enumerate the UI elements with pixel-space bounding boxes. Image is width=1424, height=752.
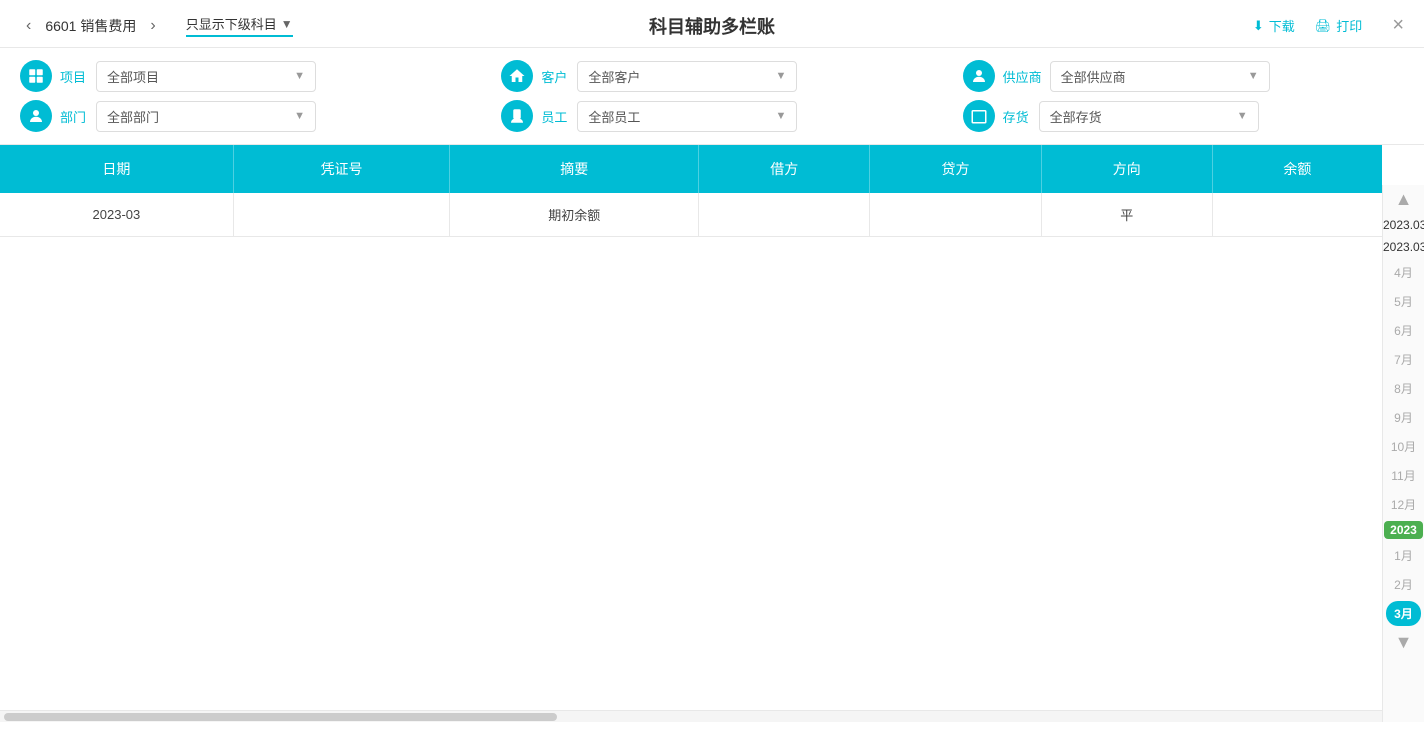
- print-label: 打印: [1336, 16, 1362, 35]
- project-label: 项目: [60, 67, 88, 86]
- department-icon: [20, 100, 52, 132]
- show-sub-label: 只显示下级科目: [186, 14, 277, 33]
- col-summary: 摘要: [450, 145, 699, 193]
- close-button[interactable]: ×: [1392, 14, 1404, 37]
- prev-account-button[interactable]: ‹: [20, 15, 37, 37]
- chevron-down-icon: ▼: [1237, 110, 1248, 122]
- scrollbar-thumb: [4, 713, 557, 721]
- cell-debit: [699, 193, 870, 237]
- chevron-down-icon: ▼: [281, 17, 293, 31]
- inventory-label: 存货: [1003, 107, 1031, 126]
- col-debit: 借方: [699, 145, 870, 193]
- timeline-month-5[interactable]: 5月: [1383, 287, 1424, 316]
- title-bar: ‹ 6601 销售费用 › 只显示下级科目 ▼ 科目辅助多栏账 ⬇ 下载 🖨 打…: [0, 0, 1424, 48]
- year-label-2023: 2023: [1384, 521, 1423, 539]
- col-credit: 贷方: [870, 145, 1041, 193]
- title-left: ‹ 6601 销售费用 › 只显示下级科目 ▼: [20, 14, 293, 37]
- col-date: 日期: [0, 145, 233, 193]
- employee-select[interactable]: 全部员工 ▼: [577, 101, 797, 132]
- ledger-table: 日期 凭证号 摘要 借方 贷方 方向 余额 2023-03 期初余额 平: [0, 145, 1382, 237]
- project-icon: [20, 60, 52, 92]
- cell-balance: [1212, 193, 1382, 237]
- timeline-month-10[interactable]: 10月: [1383, 432, 1424, 461]
- project-select[interactable]: 全部项目 ▼: [96, 61, 316, 92]
- inventory-select[interactable]: 全部存货 ▼: [1039, 101, 1259, 132]
- inventory-icon: [963, 100, 995, 132]
- col-voucher: 凭证号: [233, 145, 449, 193]
- supplier-label: 供应商: [1003, 67, 1042, 86]
- customer-label: 客户: [541, 67, 569, 86]
- timeline-month-1[interactable]: 1月: [1383, 541, 1424, 570]
- cell-direction: 平: [1041, 193, 1212, 237]
- cell-date: 2023-03: [0, 193, 233, 237]
- download-label: 下载: [1269, 16, 1295, 35]
- timeline-month-6[interactable]: 6月: [1383, 316, 1424, 345]
- employee-icon: [501, 100, 533, 132]
- chevron-down-icon: ▼: [775, 70, 786, 82]
- timeline-up-arrow[interactable]: ▲: [1395, 185, 1413, 214]
- next-account-button[interactable]: ›: [144, 15, 161, 37]
- horizontal-scrollbar[interactable]: [0, 710, 1382, 722]
- timeline-header-2: 2023.03: [1383, 236, 1424, 258]
- department-select[interactable]: 全部部门 ▼: [96, 101, 316, 132]
- print-button[interactable]: 🖨 打印: [1315, 16, 1363, 35]
- filter-customer: 客户 全部客户 ▼: [481, 60, 942, 92]
- col-balance: 余额: [1212, 145, 1382, 193]
- cell-credit: [870, 193, 1041, 237]
- filter-bar: 项目 全部项目 ▼ 客户 全部客户 ▼ 供应商 全部供应商 ▼: [0, 48, 1424, 145]
- supplier-icon: [963, 60, 995, 92]
- title-right: ⬇ 下载 🖨 打印 ×: [1253, 14, 1404, 37]
- table-body: 2023-03 期初余额 平: [0, 193, 1382, 237]
- timeline-month-4[interactable]: 4月: [1383, 258, 1424, 287]
- chevron-down-icon: ▼: [294, 110, 305, 122]
- department-label: 部门: [60, 107, 88, 126]
- filter-department: 部门 全部部门 ▼: [20, 100, 481, 132]
- timeline-header-1: 2023.03: [1383, 214, 1424, 236]
- show-sub-toggle[interactable]: 只显示下级科目 ▼: [186, 14, 293, 37]
- customer-select[interactable]: 全部客户 ▼: [577, 61, 797, 92]
- cell-summary: 期初余额: [450, 193, 699, 237]
- timeline-sidebar: ▲ 2023.03 2023.03 4月 5月 6月 7月 8月 9月 10月 …: [1382, 185, 1424, 722]
- download-button[interactable]: ⬇ 下载: [1253, 16, 1295, 35]
- account-code: 6601 销售费用: [45, 16, 136, 36]
- ledger-table-container: 日期 凭证号 摘要 借方 贷方 方向 余额 2023-03 期初余额 平: [0, 145, 1382, 552]
- timeline-month-2[interactable]: 2月: [1383, 570, 1424, 599]
- col-direction: 方向: [1041, 145, 1212, 193]
- timeline-month-11[interactable]: 11月: [1383, 461, 1424, 490]
- timeline-month-9[interactable]: 9月: [1383, 403, 1424, 432]
- chevron-down-icon: ▼: [294, 70, 305, 82]
- table-header-row: 日期 凭证号 摘要 借方 贷方 方向 余额: [0, 145, 1382, 193]
- chevron-down-icon: ▼: [775, 110, 786, 122]
- filter-project: 项目 全部项目 ▼: [20, 60, 481, 92]
- employee-label: 员工: [541, 107, 569, 126]
- table-row: 2023-03 期初余额 平: [0, 193, 1382, 237]
- supplier-select[interactable]: 全部供应商 ▼: [1050, 61, 1270, 92]
- chevron-down-icon: ▼: [1248, 70, 1259, 82]
- download-icon: ⬇: [1253, 18, 1264, 34]
- print-icon: 🖨: [1315, 18, 1332, 34]
- page-title: 科目辅助多栏账: [649, 13, 775, 39]
- customer-icon: [501, 60, 533, 92]
- timeline-month-12[interactable]: 12月: [1383, 490, 1424, 519]
- timeline-month-7[interactable]: 7月: [1383, 345, 1424, 374]
- filter-supplier: 供应商 全部供应商 ▼: [943, 60, 1404, 92]
- filter-inventory: 存货 全部存货 ▼: [943, 100, 1404, 132]
- filter-employee: 员工 全部员工 ▼: [481, 100, 942, 132]
- timeline-down-arrow[interactable]: ▼: [1395, 628, 1413, 657]
- cell-voucher: [233, 193, 449, 237]
- timeline-month-3-active[interactable]: 3月: [1386, 601, 1421, 626]
- timeline-month-8[interactable]: 8月: [1383, 374, 1424, 403]
